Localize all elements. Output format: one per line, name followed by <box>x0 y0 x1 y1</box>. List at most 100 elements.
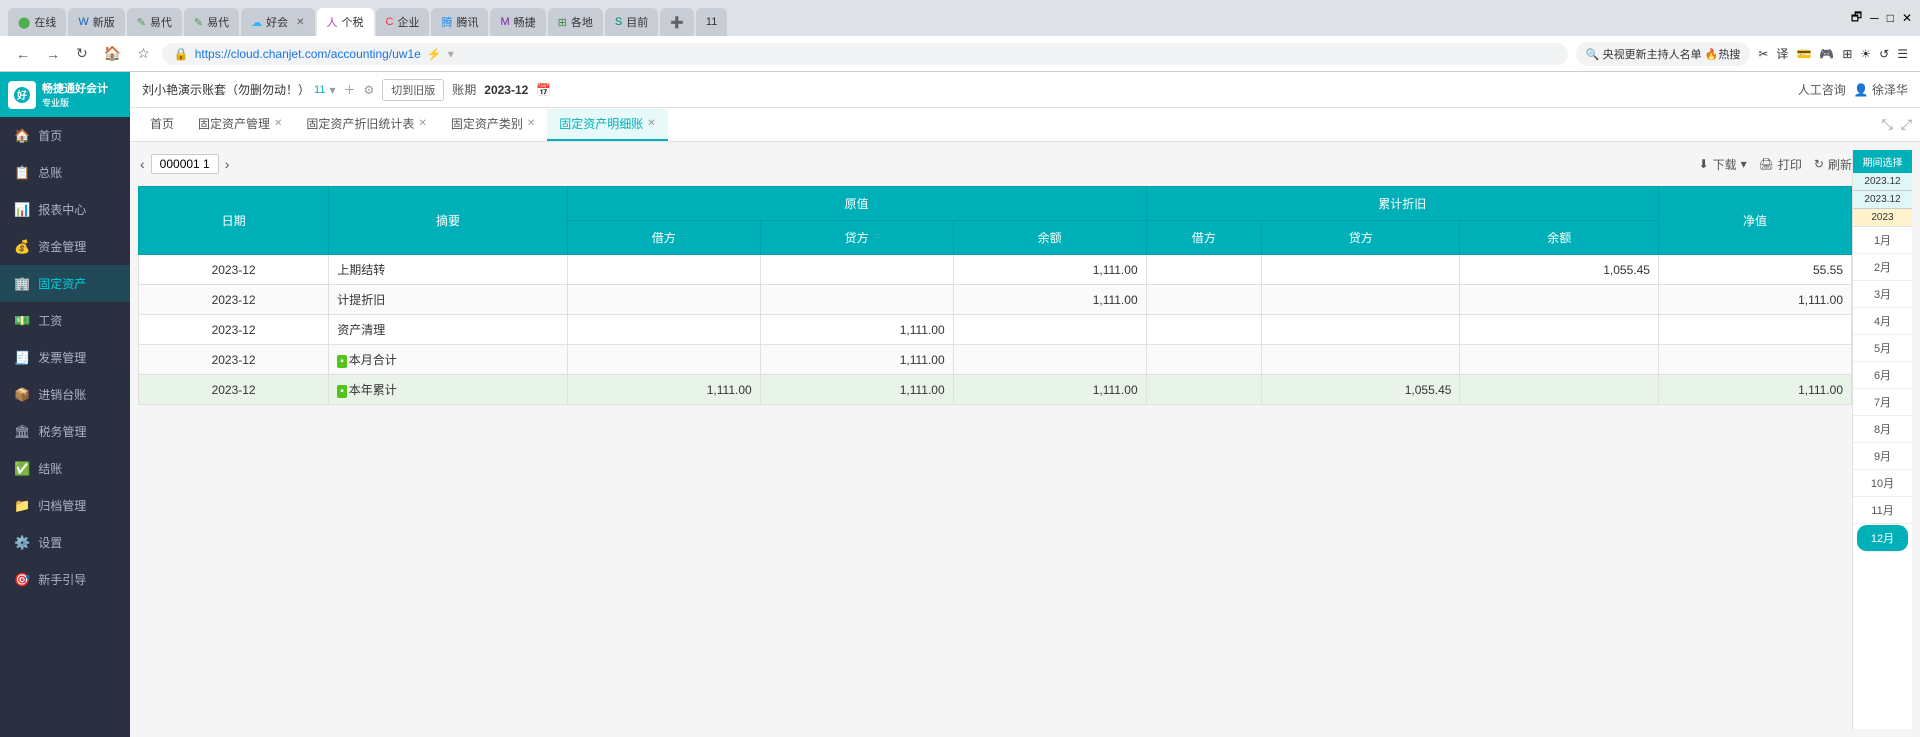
print-button[interactable]: 🖨 打印 <box>1759 156 1802 173</box>
sidebar-item-inventory[interactable]: 📦 进销台账 <box>0 376 130 413</box>
cell-dep-credit <box>1261 285 1460 315</box>
cell-dep-credit <box>1261 345 1460 375</box>
browser-action-bar: 🔍 央视更新主持人名单 🔥热搜 ✂ 译 💳 🎮 ⊞ ☀ ↺ ☰ <box>1576 42 1908 66</box>
tab-close-4[interactable]: ✕ <box>647 118 655 129</box>
add-company-icon[interactable]: ＋ <box>343 81 355 98</box>
scissors-icon[interactable]: ✂ <box>1758 47 1768 61</box>
tab-close-2[interactable]: ✕ <box>418 118 426 129</box>
wallet-icon[interactable]: 💳 <box>1796 47 1811 61</box>
close-window-icon[interactable]: ✕ <box>1902 11 1912 25</box>
browser-tab-4[interactable]: ☁好会✕ <box>241 8 314 36</box>
tab-asset-category[interactable]: 固定资产类别 ✕ <box>439 109 547 141</box>
period-month-8[interactable]: 8月 <box>1853 416 1912 443</box>
sidebar-item-archive[interactable]: 📁 归档管理 <box>0 487 130 524</box>
period-month-4[interactable]: 4月 <box>1853 308 1912 335</box>
col-dep-balance: 余额 <box>1460 221 1659 255</box>
sidebar-item-home[interactable]: 🏠 首页 <box>0 117 130 154</box>
next-page-button[interactable]: › <box>223 154 232 174</box>
cell-dep-debit <box>1146 315 1261 345</box>
table-row: 2023-12 ▪本月合计 1,111.00 <box>139 345 1852 375</box>
sidebar-item-salary[interactable]: 💵 工资 <box>0 302 130 339</box>
browser-tab-9[interactable]: ⊞各地 <box>548 8 603 36</box>
tab-collapse-icon[interactable]: ⤡ <box>1882 116 1893 133</box>
maximize-icon[interactable]: □ <box>1887 11 1894 25</box>
browser-tab-6[interactable]: C企业 <box>376 8 430 36</box>
cell-orig-balance: 1,111.00 <box>953 255 1146 285</box>
address-input[interactable]: 🔒 https://cloud.chanjet.com/accounting/u… <box>162 43 1568 65</box>
company-dropdown[interactable]: ▾ <box>329 83 335 97</box>
sidebar-item-settings[interactable]: ⚙️ 设置 <box>0 524 130 561</box>
browser-tab-0[interactable]: ⬤在线 <box>8 8 66 36</box>
browser-tab-5[interactable]: 人个税 <box>317 8 374 36</box>
period-month-7[interactable]: 7月 <box>1853 389 1912 416</box>
browser-tab-2[interactable]: ✎易代 <box>127 8 182 36</box>
sidebar-item-ledger[interactable]: 📋 总账 <box>0 154 130 191</box>
brightness-icon[interactable]: ☀ <box>1860 47 1871 61</box>
download-icon: ⬇ <box>1699 157 1709 171</box>
app-tab-bar: 首页 固定资产管理 ✕ 固定资产折旧统计表 ✕ 固定资产类别 ✕ 固定资产明细账… <box>130 108 1920 142</box>
calendar-icon[interactable]: 📅 <box>536 83 551 97</box>
sidebar-item-guide[interactable]: 🎯 新手引导 <box>0 561 130 598</box>
browser-tab-8[interactable]: M畅捷 <box>490 8 545 36</box>
switch-version-button[interactable]: 切到旧版 <box>382 79 444 101</box>
browser-tab-7[interactable]: 腾腾讯 <box>431 8 488 36</box>
period-month-1[interactable]: 1月 <box>1853 227 1912 254</box>
bookmark-button[interactable]: ☆ <box>133 43 154 64</box>
cell-dep-balance <box>1460 315 1659 345</box>
user-avatar[interactable]: 👤 徐泽华 <box>1854 81 1908 98</box>
undo-icon[interactable]: ↺ <box>1879 47 1889 61</box>
cell-orig-debit <box>567 255 760 285</box>
page-number[interactable]: 000001 1 <box>151 154 219 174</box>
menu-icon[interactable]: ☰ <box>1897 47 1908 61</box>
period-month-12[interactable]: 12月 <box>1857 525 1908 552</box>
period-month-3[interactable]: 3月 <box>1853 281 1912 308</box>
invoice-icon: 🧾 <box>14 350 30 366</box>
sidebar-item-reports[interactable]: 📊 报表中心 <box>0 191 130 228</box>
inventory-icon: 📦 <box>14 387 30 403</box>
cell-orig-balance: 1,111.00 <box>953 375 1146 405</box>
sidebar-item-invoice[interactable]: 🧾 发票管理 <box>0 339 130 376</box>
tab-home[interactable]: 首页 <box>138 109 186 141</box>
translate-icon[interactable]: 译 <box>1776 45 1788 62</box>
browser-tab-3[interactable]: ✎易代 <box>184 8 239 36</box>
home-button[interactable]: 🏠 <box>100 43 125 64</box>
browser-tab-1[interactable]: W新版 <box>68 8 124 36</box>
sidebar-item-tax[interactable]: 🏛 税务管理 <box>0 413 130 450</box>
minimize-icon[interactable]: ─ <box>1870 11 1879 25</box>
browser-tab-10[interactable]: S目前 <box>605 8 658 36</box>
period-month-9[interactable]: 9月 <box>1853 443 1912 470</box>
cell-dep-debit <box>1146 285 1261 315</box>
download-button[interactable]: ⬇ 下载 ▾ <box>1699 156 1747 173</box>
tab-close-1[interactable]: ✕ <box>274 118 282 129</box>
restore-icon[interactable]: 🗗 <box>1851 8 1862 29</box>
tab-asset-detail-ledger[interactable]: 固定资产明细账 ✕ <box>547 109 667 141</box>
sidebar-item-funds[interactable]: 💰 资金管理 <box>0 228 130 265</box>
support-link[interactable]: 人工咨询 <box>1798 81 1846 98</box>
period-month-2[interactable]: 2月 <box>1853 254 1912 281</box>
prev-page-button[interactable]: ‹ <box>138 154 147 174</box>
cell-date: 2023-12 <box>139 255 329 285</box>
game-icon[interactable]: 🎮 <box>1819 47 1834 61</box>
ledger-icon: 📋 <box>14 165 30 181</box>
grid-icon[interactable]: ⊞ <box>1842 47 1852 61</box>
tab-close-3[interactable]: ✕ <box>527 118 535 129</box>
sidebar-item-fixed-assets[interactable]: 🏢 固定资产 <box>0 265 130 302</box>
cell-date: 2023-12 <box>139 345 329 375</box>
closing-icon: ✅ <box>14 461 30 477</box>
refresh-button[interactable]: ↻ 刷新 <box>1814 156 1852 173</box>
forward-button[interactable]: → <box>42 44 64 64</box>
period-month-6[interactable]: 6月 <box>1853 362 1912 389</box>
browser-address-bar: ← → ↻ 🏠 ☆ 🔒 https://cloud.chanjet.com/ac… <box>0 36 1920 72</box>
sidebar-item-closing[interactable]: ✅ 结账 <box>0 450 130 487</box>
tab-expand-icon[interactable]: ⤢ <box>1901 116 1912 133</box>
tab-depreciation-stats[interactable]: 固定资产折旧统计表 ✕ <box>294 109 438 141</box>
back-button[interactable]: ← <box>12 44 34 64</box>
reload-button[interactable]: ↻ <box>72 43 92 64</box>
browser-tab-new[interactable]: ➕ <box>660 8 694 36</box>
tab-fixed-assets-mgmt[interactable]: 固定资产管理 ✕ <box>186 109 294 141</box>
period-month-11[interactable]: 11月 <box>1853 497 1912 524</box>
search-bar[interactable]: 🔍 央视更新主持人名单 🔥热搜 <box>1576 42 1751 66</box>
period-month-5[interactable]: 5月 <box>1853 335 1912 362</box>
period-month-10[interactable]: 10月 <box>1853 470 1912 497</box>
settings-icon2[interactable]: ⚙ <box>363 83 374 97</box>
